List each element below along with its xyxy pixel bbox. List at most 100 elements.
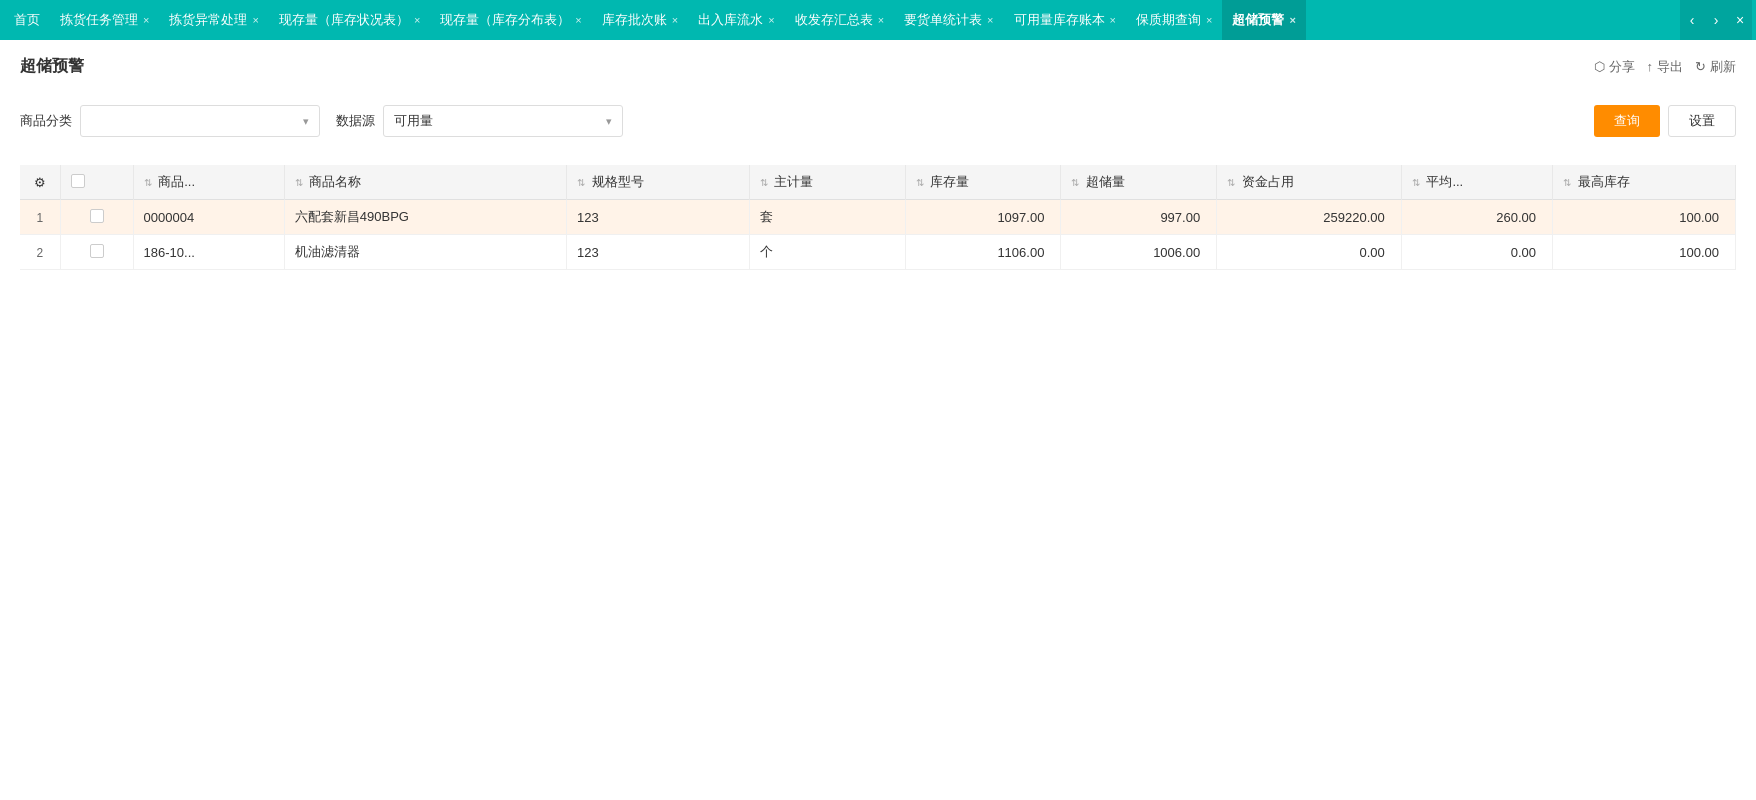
row-spec: 123 (566, 235, 749, 270)
stock-column-header[interactable]: ⇅ 库存量 (905, 165, 1061, 200)
share-button[interactable]: ⬡ 分享 (1594, 58, 1635, 76)
row-capital: 259220.00 (1217, 200, 1402, 235)
nav-arrow-left[interactable]: ‹ (1680, 0, 1704, 40)
row-avg: 260.00 (1401, 200, 1552, 235)
row-unit: 套 (749, 200, 905, 235)
sort-icon: ⇅ (295, 177, 303, 188)
refresh-icon: ↻ (1695, 59, 1706, 74)
datasource-filter: 数据源 可用量 ▾ (336, 105, 623, 137)
max-column-header[interactable]: ⇅ 最高库存 (1553, 165, 1736, 200)
checkbox-column-header[interactable] (60, 165, 133, 200)
close-icon[interactable]: × (768, 14, 774, 26)
row-capital: 0.00 (1217, 235, 1402, 270)
datasource-select[interactable]: 可用量 ▾ (383, 105, 623, 137)
row-max: 100.00 (1553, 235, 1736, 270)
gear-icon: ⚙ (34, 175, 46, 190)
close-icon[interactable]: × (252, 14, 258, 26)
row-over: 1006.00 (1061, 235, 1217, 270)
code-column-header[interactable]: ⇅ 商品... (133, 165, 284, 200)
refresh-button[interactable]: ↻ 刷新 (1695, 58, 1736, 76)
row-name: 六配套新昌490BPG (284, 200, 566, 235)
avg-column-header[interactable]: ⇅ 平均... (1401, 165, 1552, 200)
settings-column-header[interactable]: ⚙ (20, 165, 60, 200)
page-content: 超储预警 ⬡ 分享 ↑ 导出 ↻ 刷新 商品分类 ▾ 数据源 (0, 40, 1756, 800)
row-seq: 2 (20, 235, 60, 270)
row-code: 0000004 (133, 200, 284, 235)
nav-item-7[interactable]: 收发存汇总表 × (785, 0, 894, 40)
datasource-select-value: 可用量 (394, 112, 606, 130)
sort-icon: ⇅ (1412, 177, 1420, 188)
settings-button[interactable]: 设置 (1668, 105, 1736, 137)
table-header-row: ⚙ ⇅ 商品... ⇅ 商品名称 ⇅ 规格型号 ⇅ (20, 165, 1736, 200)
close-icon[interactable]: × (987, 14, 993, 26)
table-row: 1 0000004 六配套新昌490BPG 123 套 1097.00 997.… (20, 200, 1736, 235)
name-column-header[interactable]: ⇅ 商品名称 (284, 165, 566, 200)
close-icon[interactable]: × (1206, 14, 1212, 26)
row-checkbox[interactable] (90, 209, 104, 223)
category-filter: 商品分类 ▾ (20, 105, 320, 137)
close-icon[interactable]: × (878, 14, 884, 26)
row-seq: 1 (20, 200, 60, 235)
over-column-header[interactable]: ⇅ 超储量 (1061, 165, 1217, 200)
row-avg: 0.00 (1401, 235, 1552, 270)
row-max: 100.00 (1553, 200, 1736, 235)
close-icon[interactable]: × (575, 14, 581, 26)
category-select[interactable]: ▾ (80, 105, 320, 137)
close-icon[interactable]: × (1289, 14, 1295, 26)
row-spec: 123 (566, 200, 749, 235)
nav-item-6[interactable]: 出入库流水 × (688, 0, 784, 40)
chevron-down-icon: ▾ (606, 115, 612, 128)
close-icon[interactable]: × (1110, 14, 1116, 26)
nav-item-8[interactable]: 要货单统计表 × (894, 0, 1003, 40)
page-title: 超储预警 (20, 56, 84, 77)
category-label: 商品分类 (20, 112, 72, 130)
nav-item-10[interactable]: 保质期查询 × (1126, 0, 1222, 40)
row-stock: 1106.00 (905, 235, 1061, 270)
nav-item-9[interactable]: 可用量库存账本 × (1004, 0, 1126, 40)
sort-icon: ⇅ (144, 177, 152, 188)
row-checkbox[interactable] (90, 244, 104, 258)
unit-column-header[interactable]: ⇅ 主计量 (749, 165, 905, 200)
close-icon[interactable]: × (672, 14, 678, 26)
close-icon[interactable]: × (143, 14, 149, 26)
query-button[interactable]: 查询 (1594, 105, 1660, 137)
header-actions: ⬡ 分享 ↑ 导出 ↻ 刷新 (1594, 58, 1737, 76)
sort-icon: ⇅ (1071, 177, 1079, 188)
row-stock: 1097.00 (905, 200, 1061, 235)
nav-arrow-more[interactable]: × (1728, 0, 1752, 40)
table-row: 2 186-10... 机油滤清器 123 个 1106.00 1006.00 … (20, 235, 1736, 270)
share-icon: ⬡ (1594, 59, 1605, 74)
close-icon[interactable]: × (414, 14, 420, 26)
nav-item-2[interactable]: 拣货异常处理 × (159, 0, 268, 40)
nav-bar: 首页 拣货任务管理 × 拣货异常处理 × 现存量（库存状况表） × 现存量（库存… (0, 0, 1756, 40)
spec-column-header[interactable]: ⇅ 规格型号 (566, 165, 749, 200)
nav-arrows: ‹ › × (1680, 0, 1752, 40)
nav-item-active[interactable]: 超储预警 × (1222, 0, 1305, 40)
nav-arrow-right[interactable]: › (1704, 0, 1728, 40)
capital-column-header[interactable]: ⇅ 资金占用 (1217, 165, 1402, 200)
filter-bar: 商品分类 ▾ 数据源 可用量 ▾ 查询 设置 (20, 93, 1736, 149)
sort-icon: ⇅ (916, 177, 924, 188)
export-icon: ↑ (1647, 59, 1654, 74)
select-all-checkbox[interactable] (71, 174, 85, 188)
sort-icon: ⇅ (577, 177, 585, 188)
data-table: ⚙ ⇅ 商品... ⇅ 商品名称 ⇅ 规格型号 ⇅ (20, 165, 1736, 270)
nav-item-4[interactable]: 现存量（库存分布表） × (430, 0, 591, 40)
nav-item-5[interactable]: 库存批次账 × (592, 0, 688, 40)
row-unit: 个 (749, 235, 905, 270)
row-code: 186-10... (133, 235, 284, 270)
row-over: 997.00 (1061, 200, 1217, 235)
chevron-down-icon: ▾ (303, 115, 309, 128)
nav-item-3[interactable]: 现存量（库存状况表） × (269, 0, 430, 40)
datasource-label: 数据源 (336, 112, 375, 130)
nav-item-1[interactable]: 拣货任务管理 × (50, 0, 159, 40)
row-checkbox-cell (60, 235, 133, 270)
sort-icon: ⇅ (1227, 177, 1235, 188)
row-name: 机油滤清器 (284, 235, 566, 270)
export-button[interactable]: ↑ 导出 (1647, 58, 1684, 76)
sort-icon: ⇅ (1563, 177, 1571, 188)
nav-item-home[interactable]: 首页 (4, 0, 50, 40)
page-header: 超储预警 ⬡ 分享 ↑ 导出 ↻ 刷新 (20, 56, 1736, 77)
row-checkbox-cell (60, 200, 133, 235)
filter-actions: 查询 设置 (1594, 105, 1736, 137)
